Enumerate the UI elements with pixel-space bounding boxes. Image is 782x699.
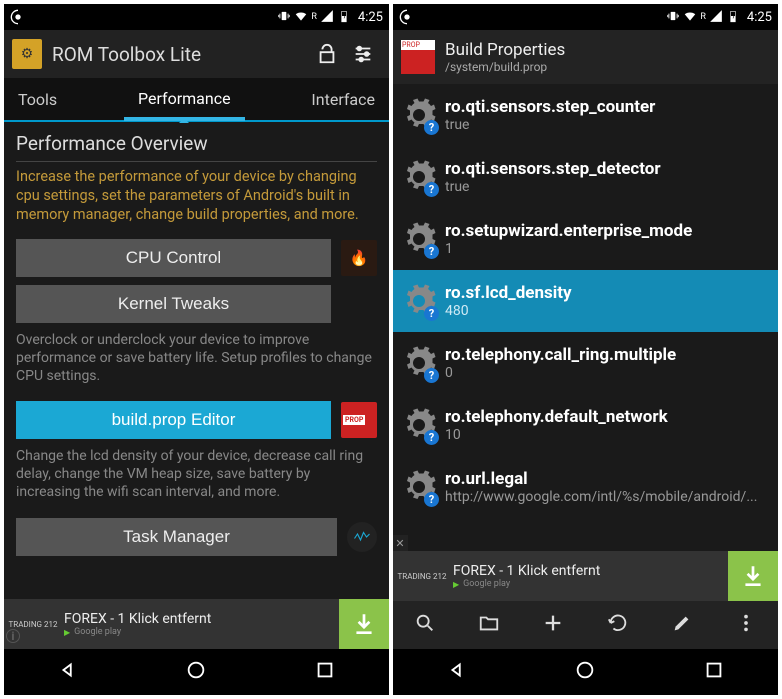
download-icon[interactable] (339, 599, 389, 649)
gear-icon (401, 221, 437, 257)
buildprop-header: Build Properties /system/build.prop (393, 30, 778, 84)
ad-info-icon[interactable]: i (6, 629, 20, 643)
signal-icon (320, 9, 334, 26)
property-row[interactable]: ro.qti.sensors.step_countertrue (393, 84, 778, 146)
gear-icon (401, 469, 437, 505)
close-icon[interactable]: ✕ (393, 535, 408, 551)
battery-icon (337, 9, 351, 26)
navbar (393, 649, 778, 695)
property-name: ro.telephony.default_network (445, 407, 770, 427)
property-list[interactable]: ro.qti.sensors.step_countertruero.qti.se… (393, 84, 778, 551)
property-value: http://www.google.com/intl/%s/mobile/and… (445, 489, 770, 505)
page-subtitle: /system/build.prop (445, 60, 565, 74)
app-logo-icon: ⚙ (12, 39, 42, 69)
app-title: ROM Toolbox Lite (52, 43, 309, 66)
clock: 4:25 (747, 10, 772, 25)
settings-sliders-icon[interactable] (345, 43, 381, 65)
status-bar: R 4:25 (393, 4, 778, 30)
property-name: ro.url.legal (445, 469, 770, 489)
property-name: ro.qti.sensors.step_counter (445, 97, 770, 117)
vibrate-icon (666, 9, 680, 26)
property-row[interactable]: ro.telephony.default_network10 (393, 394, 778, 456)
tab-interface[interactable]: Interface (297, 78, 389, 120)
ad-title: FOREX - 1 Klick entfernt (64, 611, 339, 627)
content: Performance Overview Increase the perfor… (4, 122, 389, 599)
battery-icon (726, 9, 740, 26)
property-name: ro.sf.lcd_density (445, 283, 770, 303)
add-icon[interactable] (542, 612, 564, 638)
property-name: ro.setupwizard.enterprise_mode (445, 221, 770, 241)
property-value: 0 (445, 365, 770, 381)
property-value: 480 (445, 303, 770, 319)
ad-banner[interactable]: ✕ TRADING 212 FOREX - 1 Klick entfernt G… (393, 551, 778, 601)
page-title: Build Properties (445, 40, 565, 60)
buildprop-editor-button[interactable]: build.prop Editor (16, 401, 331, 439)
signal-icon (709, 9, 723, 26)
cpu-control-button[interactable]: CPU Control (16, 239, 331, 277)
wifi-icon (294, 9, 308, 26)
gear-icon (401, 97, 437, 133)
status-bar: R 4:25 (4, 4, 389, 30)
property-value: true (445, 179, 770, 195)
app-header: ⚙ ROM Toolbox Lite (4, 30, 389, 78)
search-icon[interactable] (414, 612, 436, 638)
prop-file-icon (401, 40, 435, 74)
property-value: 1 (445, 241, 770, 257)
recent-button[interactable] (314, 659, 336, 685)
download-icon[interactable] (728, 551, 778, 601)
ad-title: FOREX - 1 Klick entfernt (453, 563, 728, 579)
task-manager-button[interactable]: Task Manager (16, 518, 337, 556)
property-row[interactable]: ro.qti.sensors.step_detectortrue (393, 146, 778, 208)
ad-brand-logo: TRADING 212 (397, 556, 447, 596)
buildprop-desc: Change the lcd density of your device, d… (16, 447, 377, 502)
vibrate-icon (277, 9, 291, 26)
edit-icon[interactable] (671, 612, 693, 638)
back-button[interactable] (446, 659, 468, 685)
home-button[interactable] (185, 659, 207, 685)
property-row[interactable]: ro.setupwizard.enterprise_mode1 (393, 208, 778, 270)
clock: 4:25 (358, 10, 383, 25)
navbar (4, 649, 389, 695)
section-title: Performance Overview (16, 132, 377, 155)
restore-icon[interactable] (607, 612, 629, 638)
property-value: 10 (445, 427, 770, 443)
folder-icon[interactable] (478, 612, 500, 638)
tab-tools[interactable]: Tools (4, 78, 71, 120)
cpu-icon[interactable]: 🔥 (341, 240, 377, 276)
ad-store: Google play (64, 627, 339, 637)
tab-performance[interactable]: Performance (124, 79, 245, 121)
back-button[interactable] (57, 659, 79, 685)
section-desc: Increase the performance of your device … (16, 168, 377, 225)
property-name: ro.qti.sensors.step_detector (445, 159, 770, 179)
wifi-icon (683, 9, 697, 26)
overflow-icon[interactable] (735, 612, 757, 638)
gear-icon (401, 407, 437, 443)
property-value: true (445, 117, 770, 133)
recent-button[interactable] (703, 659, 725, 685)
tabs: Tools Performance Interface (4, 78, 389, 122)
cpu-desc: Overclock or underclock your device to i… (16, 331, 377, 386)
ad-store: Google play (453, 579, 728, 589)
property-row[interactable]: ro.telephony.call_ring.multiple0 (393, 332, 778, 394)
lock-icon[interactable] (309, 43, 345, 65)
prop-file-icon[interactable] (341, 402, 377, 438)
property-name: ro.telephony.call_ring.multiple (445, 345, 770, 365)
kernel-tweaks-button[interactable]: Kernel Tweaks (16, 285, 331, 323)
bottom-toolbar (393, 601, 778, 649)
task-icon[interactable] (347, 522, 377, 552)
ad-banner[interactable]: TRADING 212 FOREX - 1 Klick entfernt Goo… (4, 599, 389, 649)
gear-icon (401, 159, 437, 195)
gear-icon (401, 345, 437, 381)
property-row[interactable]: ro.url.legalhttp://www.google.com/intl/%… (393, 456, 778, 518)
home-button[interactable] (574, 659, 596, 685)
property-row[interactable]: ro.sf.lcd_density480 (393, 270, 778, 332)
gear-icon (401, 283, 437, 319)
